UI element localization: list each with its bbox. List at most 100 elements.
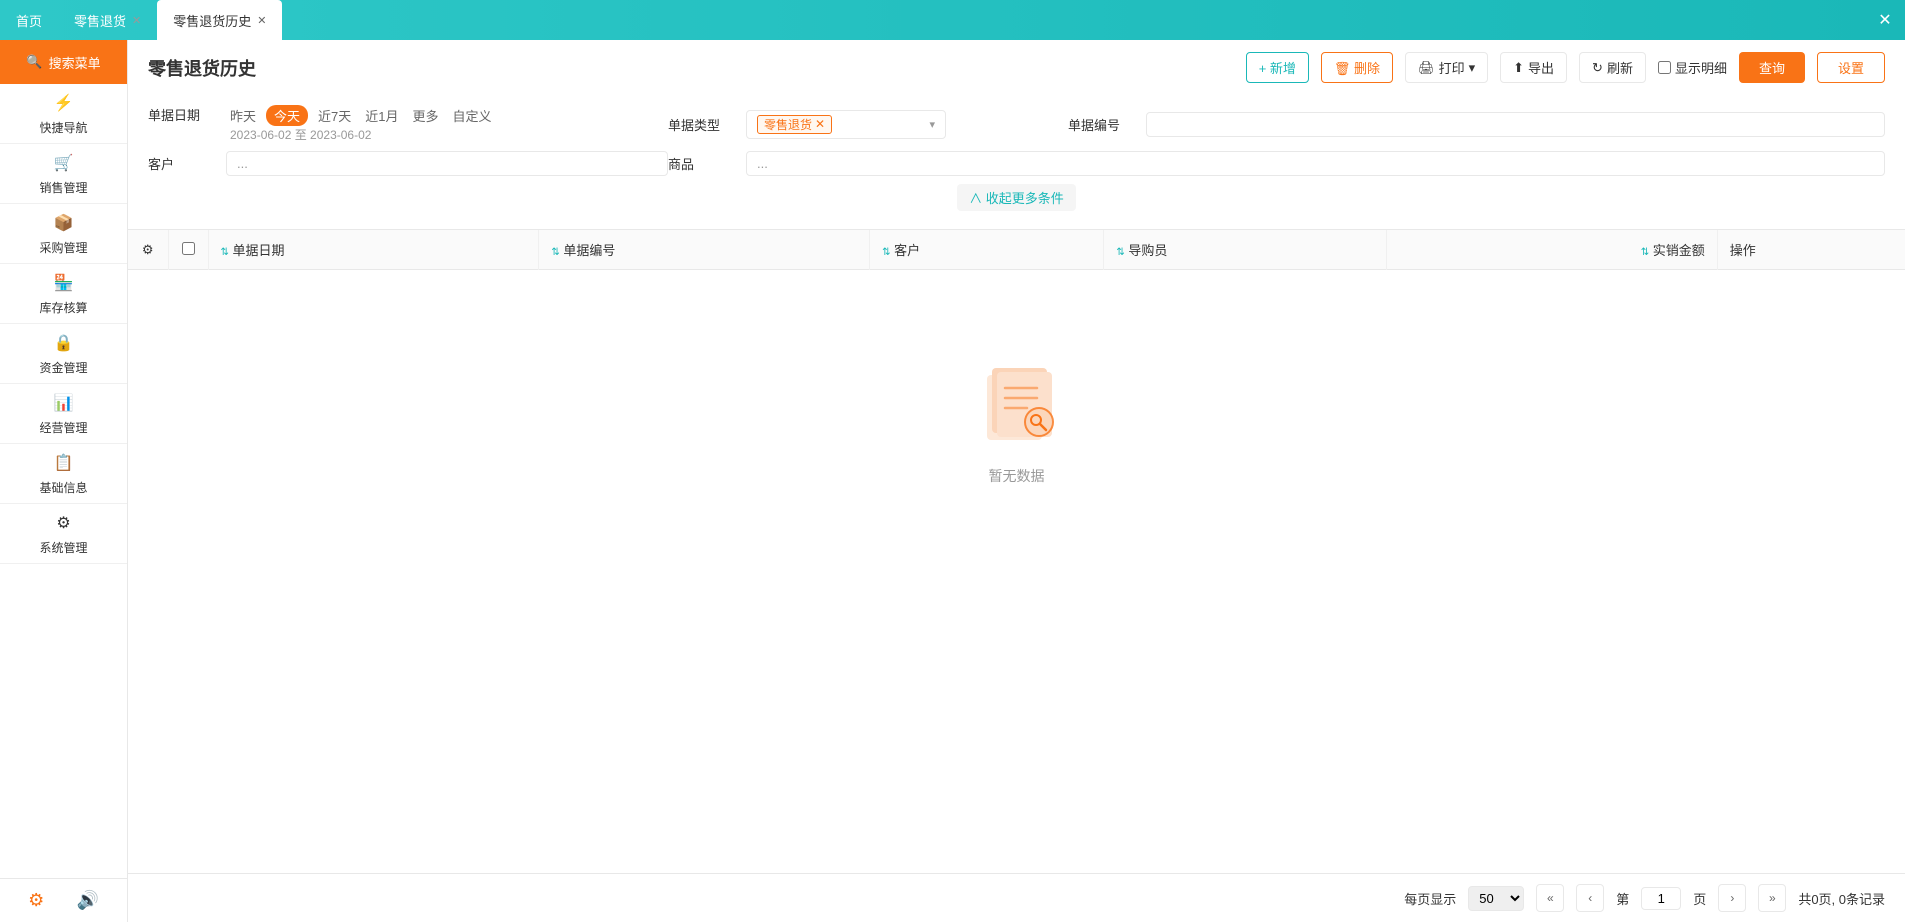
tab-retail-return-close[interactable]: ✕ bbox=[132, 14, 141, 27]
sidebar-item-sales-mgmt[interactable]: 🛒 销售管理 bbox=[0, 144, 127, 204]
page-title-row: 零售退货历史 + 新增 🗑 删除 🖨 打印 ▾ ⬆ 导出 ↻ bbox=[148, 52, 1885, 83]
tab-retail-return-history-close[interactable]: ✕ bbox=[257, 14, 266, 27]
customer-filter-input[interactable] bbox=[226, 151, 668, 176]
sidebar-item-system-label: 系统管理 bbox=[39, 539, 87, 556]
shortcut-more[interactable]: 更多 bbox=[409, 105, 443, 126]
sidebar-search-label: 搜索菜单 bbox=[49, 53, 101, 72]
select-all-checkbox[interactable] bbox=[182, 242, 195, 255]
filter-actions: ∧ 收起更多条件 bbox=[148, 184, 1885, 211]
sidebar-item-inventory[interactable]: 🏪 库存核算 bbox=[0, 264, 127, 324]
date-filter-label: 单据日期 bbox=[148, 105, 218, 124]
display-detail-checkbox[interactable] bbox=[1658, 61, 1671, 74]
shortcut-1month[interactable]: 近1月 bbox=[361, 105, 402, 126]
refresh-label: 刷新 bbox=[1607, 58, 1633, 77]
th-amount[interactable]: ⇅ 实销金额 bbox=[1386, 230, 1717, 270]
new-button[interactable]: + 新增 bbox=[1246, 52, 1309, 83]
sidebar-item-inventory-label: 库存核算 bbox=[39, 299, 87, 316]
sidebar-item-basic-info[interactable]: 📋 基础信息 bbox=[0, 444, 127, 504]
display-detail-label: 显示明细 bbox=[1675, 58, 1727, 77]
shortcut-today[interactable]: 今天 bbox=[266, 105, 308, 126]
delete-button[interactable]: 🗑 删除 bbox=[1321, 52, 1393, 83]
sidebar-item-sales-label: 销售管理 bbox=[39, 179, 87, 196]
page-prev-button[interactable]: ‹ bbox=[1576, 884, 1604, 912]
export-icon: ⬆ bbox=[1513, 60, 1524, 76]
sidebar-item-purchase-mgmt[interactable]: 📦 采购管理 bbox=[0, 204, 127, 264]
page-size-select[interactable]: 10 20 50 100 bbox=[1468, 886, 1524, 911]
refresh-icon: ↻ bbox=[1592, 60, 1603, 76]
th-date-label: 单据日期 bbox=[233, 243, 285, 258]
page-last-button[interactable]: » bbox=[1758, 884, 1786, 912]
export-label: 导出 bbox=[1528, 58, 1554, 77]
th-customer[interactable]: ⇅ 客户 bbox=[870, 230, 1104, 270]
volume-icon[interactable]: 🔊 bbox=[76, 890, 98, 911]
filter-row-2: 客户 商品 bbox=[148, 151, 1885, 176]
quick-nav-icon: ⚡ bbox=[52, 91, 76, 115]
sidebar-item-finance[interactable]: 🔒 资金管理 bbox=[0, 324, 127, 384]
shortcut-custom[interactable]: 自定义 bbox=[449, 105, 496, 126]
tab-retail-return-history[interactable]: 零售退货历史 ✕ bbox=[157, 0, 282, 40]
empty-state-illustration bbox=[967, 350, 1067, 450]
query-button[interactable]: 查询 bbox=[1739, 52, 1805, 83]
th-docno-label: 单据编号 bbox=[563, 243, 615, 258]
shortcut-yesterday[interactable]: 昨天 bbox=[226, 105, 260, 126]
sidebar-search[interactable]: 🔍 搜索菜单 bbox=[0, 40, 127, 84]
pagination-bar: 每页显示 10 20 50 100 « ‹ 第 页 › » 共0页, 0条记录 bbox=[128, 873, 1905, 922]
print-label: 打印 bbox=[1439, 58, 1465, 77]
sort-icon-customer: ⇅ bbox=[882, 247, 890, 258]
page-label: 第 bbox=[1616, 889, 1629, 908]
table-header-row: ⚙ ⇅ 单据日期 ⇅ 单据编号 ⇅ 客户 bbox=[128, 230, 1905, 270]
sidebar-item-quick-nav-label: 快捷导航 bbox=[39, 119, 87, 136]
empty-state-text: 暂无数据 bbox=[989, 466, 1045, 486]
type-tag: 零售退货 ✕ bbox=[757, 115, 832, 134]
sort-icon-docno: ⇅ bbox=[551, 247, 559, 258]
th-action-label: 操作 bbox=[1730, 243, 1756, 258]
docno-filter-input[interactable] bbox=[1146, 112, 1885, 137]
tab-retail-return-label: 零售退货 bbox=[74, 11, 126, 30]
operations-icon: 📊 bbox=[52, 391, 76, 415]
th-docno[interactable]: ⇅ 单据编号 bbox=[539, 230, 870, 270]
sidebar-item-basic-info-label: 基础信息 bbox=[39, 479, 87, 496]
th-date[interactable]: ⇅ 单据日期 bbox=[208, 230, 539, 270]
refresh-button[interactable]: ↻ 刷新 bbox=[1579, 52, 1646, 83]
display-detail-checkbox-label[interactable]: 显示明细 bbox=[1658, 58, 1727, 77]
type-tag-label: 零售退货 bbox=[764, 116, 812, 133]
sidebar-item-system-mgmt[interactable]: ⚙ 系统管理 bbox=[0, 504, 127, 564]
sales-mgmt-icon: 🛒 bbox=[52, 151, 76, 175]
page-size-label: 每页显示 bbox=[1404, 889, 1456, 908]
page-number-input[interactable] bbox=[1641, 887, 1681, 910]
th-action: 操作 bbox=[1717, 230, 1905, 270]
goods-filter-label: 商品 bbox=[668, 154, 738, 173]
export-button[interactable]: ⬆ 导出 bbox=[1500, 52, 1567, 83]
inventory-icon: 🏪 bbox=[52, 271, 76, 295]
sidebar: 🔍 搜索菜单 ⚡ 快捷导航 🛒 销售管理 📦 采购管理 🏪 库存核算 🔒 资金管… bbox=[0, 40, 128, 922]
collapse-filter-button[interactable]: ∧ 收起更多条件 bbox=[957, 184, 1076, 211]
sidebar-item-operations[interactable]: 📊 经营管理 bbox=[0, 384, 127, 444]
th-amount-label: 实销金额 bbox=[1653, 243, 1705, 258]
page-first-button[interactable]: « bbox=[1536, 884, 1564, 912]
total-info: 共0页, 0条记录 bbox=[1798, 889, 1885, 908]
window-close-button[interactable]: ✕ bbox=[1865, 0, 1905, 40]
sidebar-item-quick-nav[interactable]: ⚡ 快捷导航 bbox=[0, 84, 127, 144]
type-tag-close-icon[interactable]: ✕ bbox=[815, 117, 825, 131]
settings-button[interactable]: 设置 bbox=[1817, 52, 1885, 83]
sidebar-bottom: ⚙ 🔊 bbox=[0, 878, 127, 922]
empty-state: 暂无数据 bbox=[128, 270, 1905, 526]
goods-filter-input[interactable] bbox=[746, 151, 1885, 176]
sidebar-item-purchase-label: 采购管理 bbox=[39, 239, 87, 256]
print-button[interactable]: 🖨 打印 ▾ bbox=[1405, 52, 1488, 83]
page-next-button[interactable]: › bbox=[1718, 884, 1746, 912]
table-container: ⚙ ⇅ 单据日期 ⇅ 单据编号 ⇅ 客户 bbox=[128, 230, 1905, 873]
th-settings[interactable]: ⚙ bbox=[128, 230, 168, 270]
th-checkbox[interactable] bbox=[168, 230, 208, 270]
data-table: ⚙ ⇅ 单据日期 ⇅ 单据编号 ⇅ 客户 bbox=[128, 230, 1905, 526]
type-filter-select[interactable]: 零售退货 ✕ ▾ bbox=[746, 110, 946, 139]
th-guide[interactable]: ⇅ 导购员 bbox=[1104, 230, 1387, 270]
content-area: 零售退货历史 + 新增 🗑 删除 🖨 打印 ▾ ⬆ 导出 ↻ bbox=[128, 40, 1905, 922]
th-customer-label: 客户 bbox=[894, 243, 920, 258]
settings-gear-icon[interactable]: ⚙ bbox=[28, 890, 44, 911]
shortcut-7days[interactable]: 近7天 bbox=[314, 105, 355, 126]
date-filter-controls: 昨天 今天 近7天 近1月 更多 自定义 2023-06-02 至 2023-0… bbox=[226, 105, 496, 143]
date-shortcuts: 昨天 今天 近7天 近1月 更多 自定义 bbox=[226, 105, 496, 126]
tab-retail-return[interactable]: 零售退货 ✕ bbox=[58, 0, 157, 40]
tab-home[interactable]: 首页 bbox=[0, 0, 58, 40]
